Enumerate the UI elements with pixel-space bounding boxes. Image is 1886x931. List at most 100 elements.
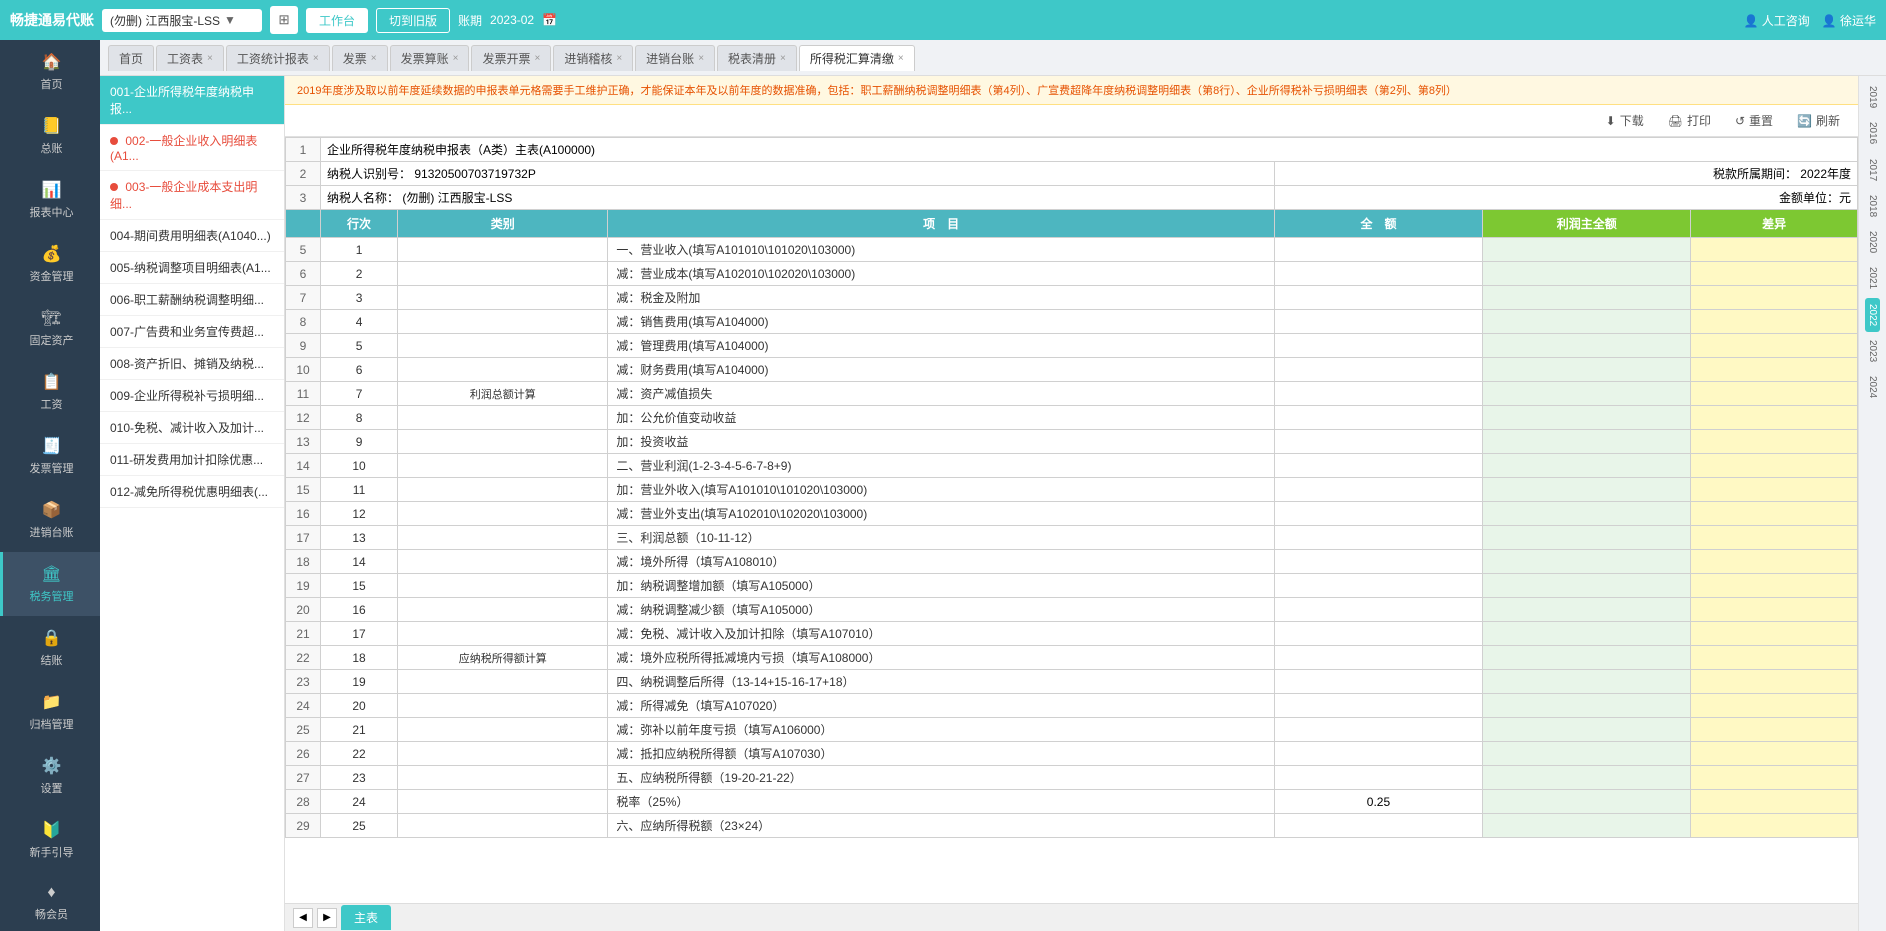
reset-button[interactable]: ↺ 重置: [1729, 109, 1779, 132]
sidebar-item-salary[interactable]: 📋 工资: [0, 360, 100, 424]
tab-invoice-open-label: 发票开票: [482, 50, 530, 67]
year-item-2024[interactable]: 2024: [1865, 370, 1880, 404]
year-item-2018[interactable]: 2018: [1865, 189, 1880, 223]
tab-salary-close[interactable]: ×: [207, 53, 213, 64]
left-panel-item-011[interactable]: 011-研发费用加计扣除优惠...: [100, 444, 284, 476]
item-005-label: 005-纳税调整项目明细表(A1...: [110, 261, 271, 275]
calendar-icon[interactable]: 📅: [542, 13, 557, 27]
year-item-2019[interactable]: 2019: [1865, 80, 1880, 114]
sidebar-item-invoice[interactable]: 🧾 发票管理: [0, 424, 100, 488]
tab-invoice[interactable]: 发票 ×: [332, 45, 388, 71]
left-panel: 001-企业所得税年度纳税申报... 002-一般企业收入明细表(A1... 0…: [100, 76, 285, 931]
left-panel-item-010[interactable]: 010-免税、减计收入及加计...: [100, 412, 284, 444]
tab-invoice-label: 发票: [343, 50, 367, 67]
copy-icon-btn[interactable]: ⊞: [270, 6, 298, 34]
sidebar-item-reports[interactable]: 📊 报表中心: [0, 168, 100, 232]
left-panel-item-001[interactable]: 001-企业所得税年度纳税申报...: [100, 76, 284, 125]
tax-period-label: 税款所属期间：: [1713, 167, 1797, 181]
left-panel-item-002[interactable]: 002-一般企业收入明细表(A1...: [100, 125, 284, 171]
refresh-button[interactable]: 🔄 刷新: [1791, 109, 1846, 132]
tab-salary[interactable]: 工资表 ×: [156, 45, 224, 71]
ai-consult-btn[interactable]: 👤 人工咨询: [1743, 12, 1809, 29]
tab-invoice-calc[interactable]: 发票算账 ×: [390, 45, 470, 71]
nav-tabs-bar: 首页 工资表 × 工资统计报表 × 发票 × 发票算账 × 发票开票 ×: [100, 40, 1886, 76]
left-panel-item-007[interactable]: 007-广告费和业务宣传费超...: [100, 316, 284, 348]
print-icon: 🖨: [1668, 114, 1683, 128]
sheet-tab-main-label: 主表: [354, 911, 378, 925]
left-panel-item-004[interactable]: 004-期间费用明细表(A1040...): [100, 220, 284, 252]
col-item: 项 目: [608, 210, 1274, 238]
tab-income-tax[interactable]: 所得税汇算清缴 ×: [799, 45, 915, 71]
col-rownum: [286, 210, 321, 238]
year-item-2021[interactable]: 2021: [1865, 261, 1880, 295]
left-panel-item-012[interactable]: 012-减免所得税优惠明细表(...: [100, 476, 284, 508]
tab-invoice-close[interactable]: ×: [371, 53, 377, 64]
table-row: 26 22 减：抵扣应纳税所得额（填写A107030）: [286, 742, 1858, 766]
workbench-button[interactable]: 工作台: [306, 8, 368, 33]
table-row: 13 9 加：投资收益: [286, 430, 1858, 454]
table-row: 25 21 减：弥补以前年度亏损（填写A106000）: [286, 718, 1858, 742]
reset-icon: ↺: [1735, 114, 1745, 128]
tab-salary-stats-close[interactable]: ×: [313, 53, 319, 64]
tab-salary-stats[interactable]: 工资统计报表 ×: [226, 45, 330, 71]
tab-home[interactable]: 首页: [108, 45, 154, 71]
sheet-nav-prev[interactable]: ◀: [293, 908, 313, 928]
table-row: 15 11 加：营业外收入(填写A101010\101020\103000): [286, 478, 1858, 502]
tab-income-tax-label: 所得税汇算清缴: [810, 50, 894, 67]
sidebar-label-reports: 报表中心: [30, 204, 74, 220]
print-button[interactable]: 🖨 打印: [1662, 109, 1717, 132]
sidebar-item-ledger[interactable]: 📒 总账: [0, 104, 100, 168]
left-panel-item-003[interactable]: 003-一般企业成本支出明细...: [100, 171, 284, 220]
sidebar-item-settings[interactable]: ⚙️ 设置: [0, 744, 100, 808]
year-item-2023[interactable]: 2023: [1865, 334, 1880, 368]
left-panel-item-009[interactable]: 009-企业所得税补亏损明细...: [100, 380, 284, 412]
sidebar-item-assets[interactable]: 💰 资金管理: [0, 232, 100, 296]
tab-purchase-audit-close[interactable]: ×: [616, 53, 622, 64]
tab-purchase-ledger-close[interactable]: ×: [698, 53, 704, 64]
item-010-label: 010-免税、减计收入及加计...: [110, 421, 264, 435]
tab-purchase-ledger[interactable]: 进销台账 ×: [635, 45, 715, 71]
download-label: 下载: [1620, 112, 1644, 129]
tab-tax-list[interactable]: 税表清册 ×: [717, 45, 797, 71]
column-header-row: 行次 类别 项 目 全 额 利润主全额 差异: [286, 210, 1858, 238]
tab-invoice-open-close[interactable]: ×: [534, 53, 540, 64]
sidebar-item-close[interactable]: 🔒 结账: [0, 616, 100, 680]
switch-version-button[interactable]: 切到旧版: [376, 8, 450, 33]
sidebar-item-guide[interactable]: 🔰 新手引导: [0, 808, 100, 872]
sidebar-item-home[interactable]: 🏠 首页: [0, 40, 100, 104]
sheet-tab-main[interactable]: 主表: [341, 905, 391, 930]
sidebar-item-archive[interactable]: 📁 归档管理: [0, 680, 100, 744]
sidebar-item-purchase[interactable]: 📦 进销台账: [0, 488, 100, 552]
taxpayer-id-value: 91320500703719732P: [414, 167, 535, 181]
sidebar-label-archive: 归档管理: [30, 716, 74, 732]
sidebar-item-fixed[interactable]: 🏗 固定资产: [0, 296, 100, 360]
left-panel-item-005[interactable]: 005-纳税调整项目明细表(A1...: [100, 252, 284, 284]
tab-purchase-ledger-label: 进销台账: [646, 50, 694, 67]
left-panel-item-008[interactable]: 008-资产折旧、摊销及纳税...: [100, 348, 284, 380]
col-category: 类别: [398, 210, 608, 238]
tab-tax-list-close[interactable]: ×: [780, 53, 786, 64]
col-amount: 全 额: [1274, 210, 1482, 238]
tab-purchase-audit[interactable]: 进销稽核 ×: [553, 45, 633, 71]
year-item-2017[interactable]: 2017: [1865, 153, 1880, 187]
left-panel-item-006[interactable]: 006-职工薪酬纳税调整明细...: [100, 284, 284, 316]
company-selector[interactable]: (勿删) 江西服宝-LSS ▼: [102, 9, 262, 32]
sheet-nav-next[interactable]: ▶: [317, 908, 337, 928]
tab-invoice-calc-close[interactable]: ×: [453, 53, 459, 64]
info-row-3: 3 纳税人名称： (勿删) 江西服宝-LSS 金额单位：元: [286, 186, 1858, 210]
spreadsheet-wrapper[interactable]: 1 企业所得税年度纳税申报表（A类）主表(A100000) 2 纳税人识别号： …: [285, 137, 1858, 903]
sidebar-item-member[interactable]: ♦ 畅会员: [0, 872, 100, 931]
tab-income-tax-close[interactable]: ×: [898, 53, 904, 64]
tab-invoice-open[interactable]: 发票开票 ×: [471, 45, 551, 71]
col-index: 行次: [321, 210, 398, 238]
sidebar-item-tax[interactable]: 🏛 税务管理: [0, 552, 100, 616]
year-item-2016[interactable]: 2016: [1865, 116, 1880, 150]
table-row: 21 17 减：免税、减计收入及加计扣除（填写A107010）: [286, 622, 1858, 646]
item-001-label: 001-企业所得税年度纳税申报...: [110, 85, 254, 116]
print-label: 打印: [1687, 112, 1711, 129]
year-item-2020[interactable]: 2020: [1865, 225, 1880, 259]
archive-icon: 📁: [42, 692, 62, 712]
download-button[interactable]: ⬇ 下载: [1600, 109, 1650, 132]
year-item-2022[interactable]: 2022: [1865, 298, 1880, 332]
table-row: 19 15 加：纳税调整增加额（填写A105000）: [286, 574, 1858, 598]
